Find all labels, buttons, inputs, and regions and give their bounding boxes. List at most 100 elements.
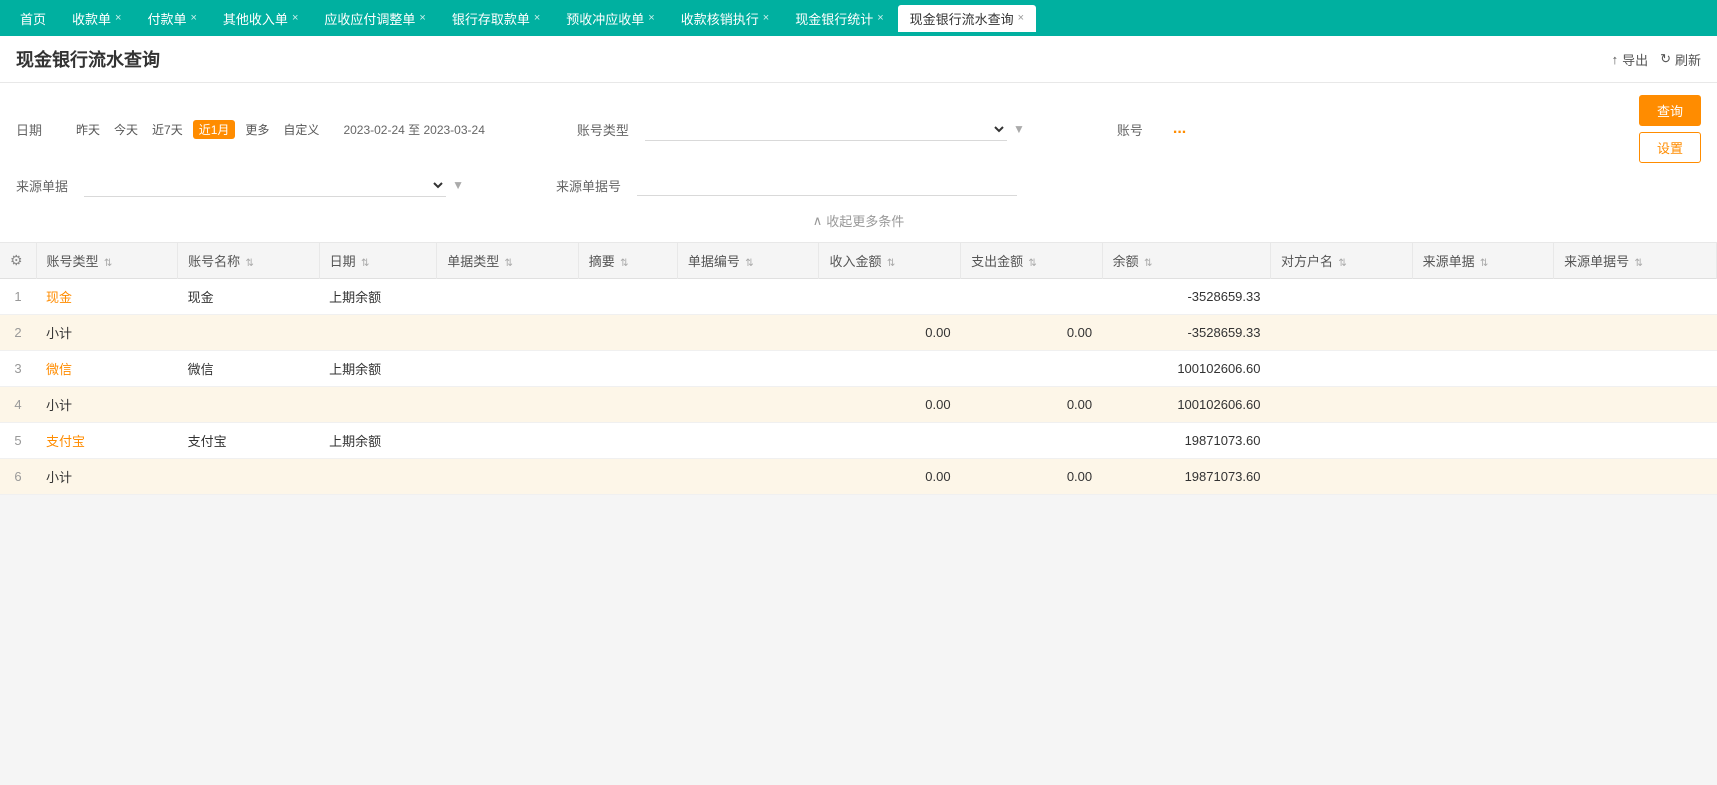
account-type-label: 账号类型 xyxy=(577,120,629,139)
nav-tab-verification[interactable]: 收款核销执行 × xyxy=(669,5,781,32)
cell-balance: 100102606.60 xyxy=(1102,351,1270,387)
table-row: 2小计0.000.00-3528659.33 xyxy=(0,315,1717,351)
cell-summary xyxy=(578,315,677,351)
account-type-select-wrap: ▼ xyxy=(645,117,1025,141)
export-icon: ↑ xyxy=(1612,52,1619,67)
cell-source-doc-no xyxy=(1554,459,1717,495)
table-row: 6小计0.000.0019871073.60 xyxy=(0,459,1717,495)
export-button[interactable]: ↑ 导出 xyxy=(1612,50,1649,69)
source-doc-no-wrap xyxy=(637,174,1017,196)
cell-expense: 0.00 xyxy=(961,459,1103,495)
th-balance[interactable]: 余额 ⇅ xyxy=(1102,243,1270,279)
nav-home[interactable]: 首页 xyxy=(8,5,58,32)
cell-doc-type xyxy=(437,387,579,423)
th-doc-no[interactable]: 单据编号 ⇅ xyxy=(677,243,819,279)
cell-doc-no xyxy=(677,459,819,495)
th-source-doc[interactable]: 来源单据 ⇅ xyxy=(1412,243,1554,279)
cell-doc-type xyxy=(437,279,579,315)
th-source-doc-no[interactable]: 来源单据号 ⇅ xyxy=(1554,243,1717,279)
cell-account-type: 小计 xyxy=(36,459,178,495)
th-account-type[interactable]: 账号类型 ⇅ xyxy=(36,243,178,279)
query-button[interactable]: 查询 xyxy=(1639,95,1701,126)
nav-tab-adjustment[interactable]: 应收应付调整单 × xyxy=(312,5,437,32)
close-icon[interactable]: × xyxy=(190,12,196,24)
close-icon[interactable]: × xyxy=(419,12,425,24)
cell-balance: -3528659.33 xyxy=(1102,279,1270,315)
date-today[interactable]: 今天 xyxy=(110,120,142,139)
th-counterparty[interactable]: 对方户名 ⇅ xyxy=(1270,243,1412,279)
th-expense[interactable]: 支出金额 ⇅ xyxy=(961,243,1103,279)
cell-balance: -3528659.33 xyxy=(1102,315,1270,351)
cell-income: 0.00 xyxy=(819,459,961,495)
nav-tab-bank-deposit[interactable]: 银行存取款单 × xyxy=(440,5,552,32)
nav-tab-cashflow[interactable]: 现金银行流水查询 × xyxy=(898,5,1036,32)
source-doc-select-wrap: ▼ xyxy=(84,173,464,197)
row-number: 6 xyxy=(0,459,36,495)
sort-icon: ⇅ xyxy=(620,258,628,269)
close-icon[interactable]: × xyxy=(877,12,883,24)
cell-expense xyxy=(961,279,1103,315)
nav-tab-shokuan[interactable]: 收款单 × xyxy=(60,5,133,32)
date-yesterday[interactable]: 昨天 xyxy=(72,120,104,139)
row-number: 5 xyxy=(0,423,36,459)
date-shortcuts: 昨天 今天 近7天 近1月 更多 自定义 xyxy=(72,120,323,139)
close-icon[interactable]: × xyxy=(763,12,769,24)
row-number: 1 xyxy=(0,279,36,315)
cell-balance: 19871073.60 xyxy=(1102,423,1270,459)
cell-income xyxy=(819,351,961,387)
cell-date: 上期余额 xyxy=(319,351,437,387)
cell-account-name: 微信 xyxy=(178,351,320,387)
close-icon[interactable]: × xyxy=(292,12,298,24)
settings-button[interactable]: 设置 xyxy=(1639,132,1701,163)
collapse-button[interactable]: ∧ 收起更多条件 xyxy=(813,211,905,230)
th-date[interactable]: 日期 ⇅ xyxy=(319,243,437,279)
cell-account-name: 支付宝 xyxy=(178,423,320,459)
date-more[interactable]: 更多 xyxy=(241,120,273,139)
cell-doc-no xyxy=(677,387,819,423)
source-doc-select[interactable] xyxy=(84,173,446,197)
cell-account-type: 支付宝 xyxy=(36,423,178,459)
account-type-select[interactable] xyxy=(645,117,1007,141)
date-custom[interactable]: 自定义 xyxy=(279,120,323,139)
cell-balance: 100102606.60 xyxy=(1102,387,1270,423)
cell-source-doc xyxy=(1412,459,1554,495)
cell-account-name xyxy=(178,459,320,495)
filter-area: 日期 昨天 今天 近7天 近1月 更多 自定义 2023-02-24 至 202… xyxy=(0,83,1717,243)
cell-source-doc-no xyxy=(1554,423,1717,459)
cell-date xyxy=(319,459,437,495)
refresh-button[interactable]: ↻ 刷新 xyxy=(1660,50,1701,69)
data-table: ⚙ 账号类型 ⇅ 账号名称 ⇅ 日期 ⇅ 单据类型 ⇅ xyxy=(0,243,1717,495)
nav-tab-prepay[interactable]: 预收冲应收单 × xyxy=(554,5,666,32)
nav-tab-other-income[interactable]: 其他收入单 × xyxy=(211,5,310,32)
th-income[interactable]: 收入金额 ⇅ xyxy=(819,243,961,279)
th-summary[interactable]: 摘要 ⇅ xyxy=(578,243,677,279)
filter-row-date: 日期 昨天 今天 近7天 近1月 更多 自定义 2023-02-24 至 202… xyxy=(16,95,1701,163)
th-account-name[interactable]: 账号名称 ⇅ xyxy=(178,243,320,279)
close-icon[interactable]: × xyxy=(1018,12,1024,24)
table-row: 3微信微信上期余额100102606.60 xyxy=(0,351,1717,387)
th-gear: ⚙ xyxy=(0,243,36,279)
date-1month[interactable]: 近1月 xyxy=(193,120,236,139)
cell-source-doc-no xyxy=(1554,351,1717,387)
source-doc-no-label: 来源单据号 xyxy=(556,176,621,195)
close-icon[interactable]: × xyxy=(534,12,540,24)
cell-date: 上期余额 xyxy=(319,423,437,459)
gear-icon[interactable]: ⚙ xyxy=(10,252,23,268)
account-ellipsis-button[interactable]: ... xyxy=(1173,120,1186,138)
date-7days[interactable]: 近7天 xyxy=(148,120,187,139)
nav-tab-statistics[interactable]: 现金银行统计 × xyxy=(783,5,895,32)
th-doc-type[interactable]: 单据类型 ⇅ xyxy=(437,243,579,279)
close-icon[interactable]: × xyxy=(648,12,654,24)
close-icon[interactable]: × xyxy=(115,12,121,24)
filter-row-source: 来源单据 ▼ 来源单据号 xyxy=(16,173,1701,197)
cell-doc-type xyxy=(437,315,579,351)
account-label: 账号 xyxy=(1117,120,1157,139)
nav-tab-fukuan[interactable]: 付款单 × xyxy=(135,5,208,32)
cell-account-type: 小计 xyxy=(36,315,178,351)
source-doc-label: 来源单据 xyxy=(16,176,68,195)
sort-icon: ⇅ xyxy=(361,258,369,269)
cell-doc-no xyxy=(677,315,819,351)
cell-doc-type xyxy=(437,459,579,495)
source-doc-no-input[interactable] xyxy=(637,174,1017,196)
page-header: 现金银行流水查询 ↑ 导出 ↻ 刷新 xyxy=(0,36,1717,83)
